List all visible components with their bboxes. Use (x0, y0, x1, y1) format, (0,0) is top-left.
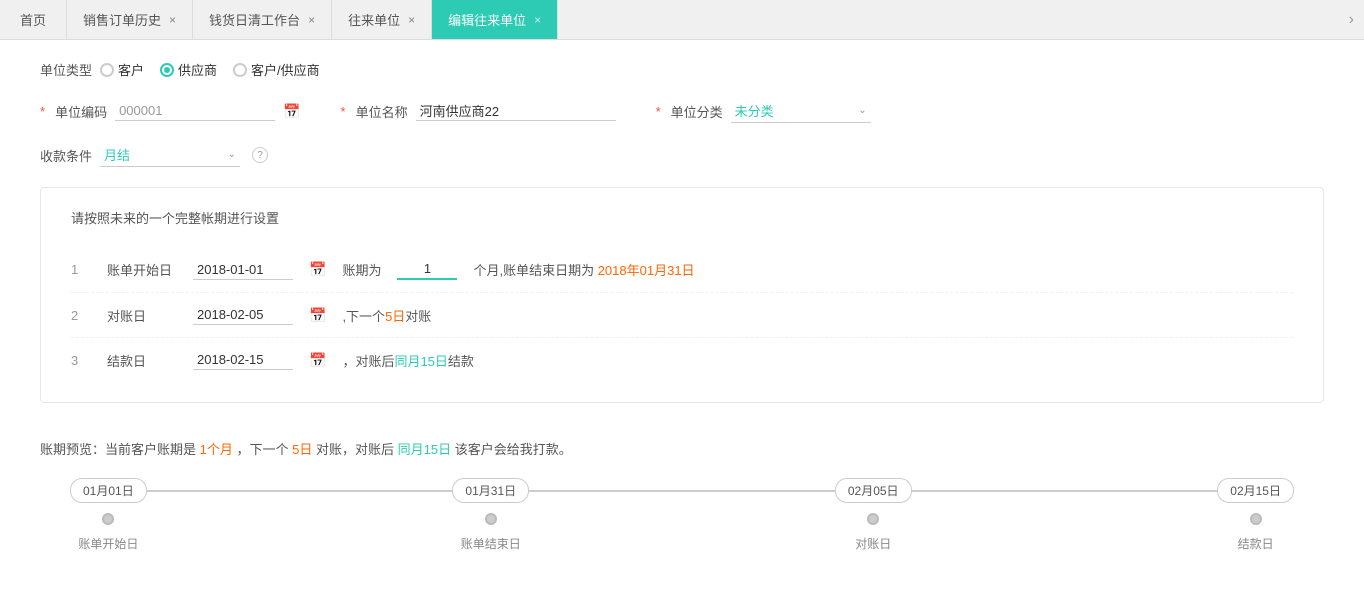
row-label-2: 对账日 (107, 306, 177, 325)
radio-customer-circle (100, 63, 114, 77)
unit-info-row: * 单位编码 📅 * 单位名称 * 单位分类 未分类 ⌄ (40, 99, 1324, 123)
timeline-label-2: 对账日 (855, 535, 891, 552)
row-num-1: 1 (71, 262, 91, 277)
unit-code-calendar-icon[interactable]: 📅 (283, 103, 300, 120)
payment-term-arrow-icon: ⌄ (228, 149, 236, 160)
tab-home[interactable]: 首页 (0, 0, 67, 39)
card-row-2: 2 对账日 📅 ,下一个5日对账 (71, 293, 1293, 338)
unit-name-label: 单位名称 (356, 102, 408, 121)
main-content: 单位类型 客户 供应商 客户/供应商 * 单位编码 (0, 40, 1364, 608)
unit-code-input[interactable] (115, 101, 275, 121)
timeline-badge-2: 02月05日 (835, 478, 912, 503)
preview-part2: 5日 (292, 442, 312, 457)
close-tab-partner[interactable]: × (408, 13, 415, 27)
radio-supplier-label: 供应商 (178, 60, 217, 79)
radio-both-circle (233, 63, 247, 77)
tab-cash-work[interactable]: 钱货日清工作台 × (193, 0, 332, 39)
timeline-item-2: 02月05日 对账日 (835, 478, 912, 552)
unit-category-dropdown[interactable]: 未分类 ⌄ (731, 99, 871, 123)
help-icon[interactable]: ? (252, 147, 268, 163)
timeline-dot-0 (102, 513, 114, 525)
payment-term-dropdown[interactable]: 月结 ⌄ (100, 143, 240, 167)
timeline-dot-2 (867, 513, 879, 525)
timeline-label-3: 结款日 (1238, 535, 1274, 552)
period-input[interactable] (397, 259, 457, 280)
timeline-badge-0: 01月01日 (70, 478, 147, 503)
row-1-prefix: 账期为 (342, 260, 381, 279)
timeline-item-1: 01月31日 账单结束日 (452, 478, 529, 552)
row-num-2: 2 (71, 308, 91, 323)
unit-category-required: * (656, 104, 661, 119)
start-date-input[interactable] (193, 260, 293, 280)
tab-partner[interactable]: 往来单位 × (332, 0, 432, 39)
payment-date-calendar-icon[interactable]: 📅 (309, 352, 326, 369)
radio-supplier-circle (160, 63, 174, 77)
payment-term-value: 月结 (104, 145, 224, 164)
unit-type-row: 单位类型 客户 供应商 客户/供应商 (40, 60, 1324, 79)
timeline-dot-1 (485, 513, 497, 525)
close-tab-cash-work[interactable]: × (308, 13, 315, 27)
timeline-badge-1: 01月31日 (452, 478, 529, 503)
payment-date-input[interactable] (193, 350, 293, 370)
timeline-container: 01月01日 账单开始日 01月31日 账单结束日 02月05日 对账日 02月… (40, 468, 1324, 582)
unit-type-field: 单位类型 客户 供应商 客户/供应商 (40, 60, 320, 79)
timeline-label-1: 账单结束日 (461, 535, 521, 552)
radio-both-label: 客户/供应商 (251, 60, 320, 79)
unit-type-label: 单位类型 (40, 60, 92, 79)
unit-code-field: * 单位编码 📅 (40, 101, 301, 121)
preview-part1: 1个月 (200, 442, 233, 457)
radio-both[interactable]: 客户/供应商 (233, 60, 320, 79)
preview-section: 账期预览：当前客户账期是 1个月 ，下一个 5日 对账，对账后 同月15日 该客… (40, 423, 1324, 468)
tab-overflow-arrow[interactable]: › (1339, 11, 1364, 29)
payment-term-label: 收款条件 (40, 146, 92, 165)
payment-term-field: 收款条件 月结 ⌄ ? (40, 143, 268, 167)
payment-term-row: 收款条件 月结 ⌄ ? (40, 143, 1324, 167)
end-date-highlight: 2018年01月31日 (598, 263, 695, 278)
unit-category-arrow-icon: ⌄ (858, 105, 866, 116)
card-hint: 请按照未来的一个完整帐期进行设置 (71, 208, 1293, 227)
unit-code-label: 单位编码 (55, 102, 107, 121)
row-num-3: 3 (71, 353, 91, 368)
reconciliation-date-input[interactable] (193, 305, 293, 325)
row-label-3: 结款日 (107, 351, 177, 370)
unit-name-field: * 单位名称 (341, 101, 616, 121)
reconciliation-day-highlight: 5日 (385, 309, 405, 324)
row-1-suffix: 个月,账单结束日期为 2018年01月31日 (473, 260, 694, 279)
preview-suffix: 该客户会给我打款。 (455, 442, 572, 457)
unit-name-input[interactable] (416, 101, 616, 121)
period-card: 请按照未来的一个完整帐期进行设置 1 账单开始日 📅 账期为 个月,账单结束日期… (40, 187, 1324, 403)
card-row-1: 1 账单开始日 📅 账期为 个月,账单结束日期为 2018年01月31日 (71, 247, 1293, 293)
row-2-desc: ,下一个5日对账 (342, 306, 431, 325)
timeline-item-0: 01月01日 账单开始日 (70, 478, 147, 552)
radio-customer[interactable]: 客户 (100, 60, 144, 79)
preview-middle2: 对账，对账后 (316, 442, 394, 457)
card-row-3: 3 结款日 📅 ，对账后同月15日结款 (71, 338, 1293, 382)
preview-label: 账期预览：当前客户账期是 (40, 442, 196, 457)
timeline-item-3: 02月15日 结款日 (1217, 478, 1294, 552)
reconciliation-date-calendar-icon[interactable]: 📅 (309, 307, 326, 324)
radio-supplier[interactable]: 供应商 (160, 60, 217, 79)
tab-bar: 首页 销售订单历史 × 钱货日清工作台 × 往来单位 × 编辑往来单位 × › (0, 0, 1364, 40)
timeline-items: 01月01日 账单开始日 01月31日 账单结束日 02月05日 对账日 02月… (70, 478, 1294, 552)
timeline-label-0: 账单开始日 (78, 535, 138, 552)
radio-customer-label: 客户 (118, 60, 144, 79)
unit-code-required: * (40, 104, 45, 119)
preview-middle1: ，下一个 (237, 442, 289, 457)
unit-type-radio-group: 客户 供应商 客户/供应商 (100, 60, 320, 79)
unit-category-field: * 单位分类 未分类 ⌄ (656, 99, 871, 123)
timeline-dot-3 (1250, 513, 1262, 525)
start-date-calendar-icon[interactable]: 📅 (309, 261, 326, 278)
unit-category-value: 未分类 (735, 101, 855, 120)
timeline-badge-3: 02月15日 (1217, 478, 1294, 503)
close-tab-sales-history[interactable]: × (169, 13, 176, 27)
payment-day-highlight: 同月15日 (394, 354, 447, 369)
row-label-1: 账单开始日 (107, 260, 177, 279)
unit-category-label: 单位分类 (671, 102, 723, 121)
preview-part3: 同月15日 (398, 442, 451, 457)
close-tab-edit-partner[interactable]: × (534, 13, 541, 27)
unit-name-required: * (341, 104, 346, 119)
row-3-desc: ，对账后同月15日结款 (342, 351, 474, 370)
tab-edit-partner[interactable]: 编辑往来单位 × (432, 0, 558, 39)
tab-sales-history[interactable]: 销售订单历史 × (67, 0, 193, 39)
